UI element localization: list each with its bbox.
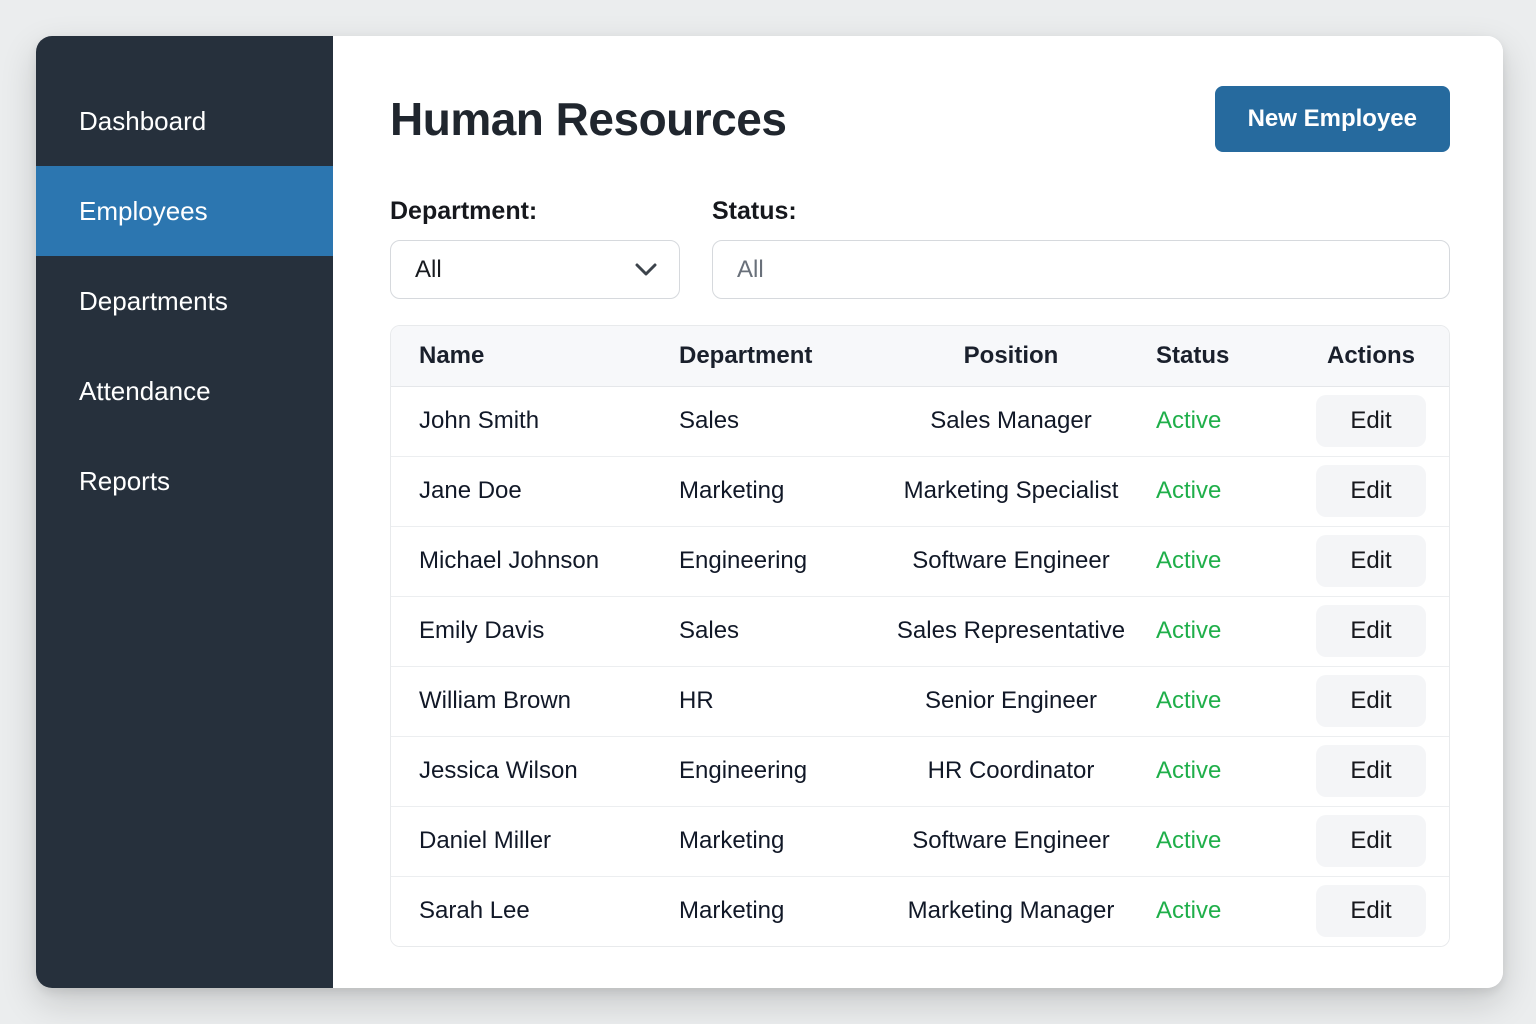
sidebar-nav: Dashboard Employees Departments Attendan… bbox=[36, 76, 333, 526]
column-header-actions: Actions bbox=[1291, 326, 1449, 387]
sidebar-item-label: Reports bbox=[79, 465, 171, 496]
employee-position: HR Coordinator bbox=[881, 735, 1141, 806]
employee-department: Marketing bbox=[669, 875, 881, 946]
edit-button[interactable]: Edit bbox=[1316, 535, 1426, 587]
main-content: Human Resources New Employee Department:… bbox=[333, 36, 1503, 988]
table-row: Sarah Lee Marketing Marketing Manager Ac… bbox=[391, 875, 1449, 946]
table-row: Emily Davis Sales Sales Representative A… bbox=[391, 595, 1449, 666]
table-row: Jane Doe Marketing Marketing Specialist … bbox=[391, 455, 1449, 526]
employee-department: Engineering bbox=[669, 525, 881, 596]
status-badge: Active bbox=[1156, 407, 1222, 434]
employee-name: Daniel Miller bbox=[391, 805, 669, 876]
edit-button[interactable]: Edit bbox=[1316, 745, 1426, 797]
employee-position: Sales Manager bbox=[930, 407, 1092, 434]
employee-position: Marketing Specialist bbox=[881, 455, 1141, 526]
status-badge: Active bbox=[1141, 455, 1291, 526]
employee-department: Engineering bbox=[669, 735, 881, 806]
sidebar: Dashboard Employees Departments Attendan… bbox=[36, 36, 333, 988]
sidebar-item-reports[interactable]: Reports bbox=[36, 436, 333, 526]
employee-position: Software Engineer bbox=[881, 805, 1141, 876]
sidebar-item-label: Departments bbox=[79, 285, 228, 316]
edit-button[interactable]: Edit bbox=[1316, 815, 1426, 867]
employee-department: Sales bbox=[669, 595, 881, 666]
employee-name: Jessica Wilson bbox=[391, 735, 669, 806]
status-badge: Active bbox=[1141, 735, 1291, 806]
status-badge: Active bbox=[1141, 525, 1291, 596]
employee-position: Sales Representative bbox=[881, 595, 1141, 666]
employee-position: Marketing Manager bbox=[881, 875, 1141, 946]
status-input[interactable] bbox=[712, 240, 1450, 299]
employee-position: Senior Engineer bbox=[881, 665, 1141, 736]
edit-button[interactable]: Edit bbox=[1316, 675, 1426, 727]
employee-department: Marketing bbox=[669, 455, 881, 526]
employee-name: Michael Johnson bbox=[391, 525, 669, 596]
topbar: Human Resources New Employee bbox=[390, 86, 1450, 152]
new-employee-button[interactable]: New Employee bbox=[1214, 86, 1450, 152]
table-row: Daniel Miller Marketing Software Enginee… bbox=[391, 805, 1449, 876]
table-row: Michael Johnson Engineering Software Eng… bbox=[391, 525, 1449, 596]
employee-position: Software Engineer bbox=[881, 525, 1141, 596]
department-select-value: All bbox=[415, 255, 442, 283]
column-header-status: Status bbox=[1141, 326, 1291, 387]
sidebar-item-attendance[interactable]: Attendance bbox=[36, 346, 333, 436]
status-badge: Active bbox=[1141, 805, 1291, 876]
sidebar-item-departments[interactable]: Departments bbox=[36, 256, 333, 346]
employee-department: HR bbox=[669, 665, 881, 736]
table-row: John Smith Sales Sales Manager Active Ed… bbox=[391, 386, 1449, 456]
employee-name: Emily Davis bbox=[391, 595, 669, 666]
department-filter-group: Department: All bbox=[390, 196, 680, 299]
status-filter-group: Status: bbox=[712, 196, 1450, 299]
table-row: William Brown HR Senior Engineer Active … bbox=[391, 665, 1449, 736]
column-header-position: Position bbox=[881, 326, 1141, 387]
sidebar-item-label: Dashboard bbox=[79, 105, 207, 136]
edit-button[interactable]: Edit bbox=[1316, 395, 1426, 447]
sidebar-item-employees[interactable]: Employees bbox=[36, 166, 333, 256]
employees-table: Name Department Position Status Actions … bbox=[391, 326, 1449, 946]
table-body: John Smith Sales Sales Manager Active Ed… bbox=[391, 386, 1449, 946]
column-header-department: Department bbox=[669, 326, 881, 387]
employee-name: Jane Doe bbox=[391, 455, 669, 526]
employee-name: William Brown bbox=[391, 665, 669, 736]
employees-table-card: Name Department Position Status Actions … bbox=[390, 325, 1450, 947]
status-badge: Active bbox=[1141, 665, 1291, 736]
employee-department: Marketing bbox=[669, 805, 881, 876]
sidebar-item-dashboard[interactable]: Dashboard bbox=[36, 76, 333, 166]
edit-button[interactable]: Edit bbox=[1316, 465, 1426, 517]
table-row: Jessica Wilson Engineering HR Coordinato… bbox=[391, 735, 1449, 806]
status-filter-label: Status: bbox=[712, 197, 797, 225]
sidebar-item-label: Employees bbox=[79, 195, 208, 226]
app-window: Dashboard Employees Departments Attendan… bbox=[36, 36, 1503, 988]
employee-name: Sarah Lee bbox=[391, 875, 669, 946]
employee-name: John Smith bbox=[419, 407, 540, 434]
page-background: Dashboard Employees Departments Attendan… bbox=[0, 0, 1536, 1024]
table-header-row: Name Department Position Status Actions bbox=[391, 326, 1449, 387]
page-title: Human Resources bbox=[390, 93, 787, 145]
table-header: Name Department Position Status Actions bbox=[391, 326, 1449, 387]
status-badge: Active bbox=[1141, 875, 1291, 946]
department-select[interactable]: All bbox=[390, 240, 680, 299]
edit-button[interactable]: Edit bbox=[1316, 885, 1426, 938]
department-filter-label: Department: bbox=[390, 197, 538, 225]
chevron-down-icon bbox=[635, 263, 657, 277]
column-header-name: Name bbox=[391, 326, 669, 387]
employee-department: Sales bbox=[679, 407, 740, 434]
filters-bar: Department: All Status: bbox=[390, 196, 1450, 299]
sidebar-item-label: Attendance bbox=[79, 375, 211, 406]
status-badge: Active bbox=[1141, 595, 1291, 666]
edit-button[interactable]: Edit bbox=[1316, 605, 1426, 657]
